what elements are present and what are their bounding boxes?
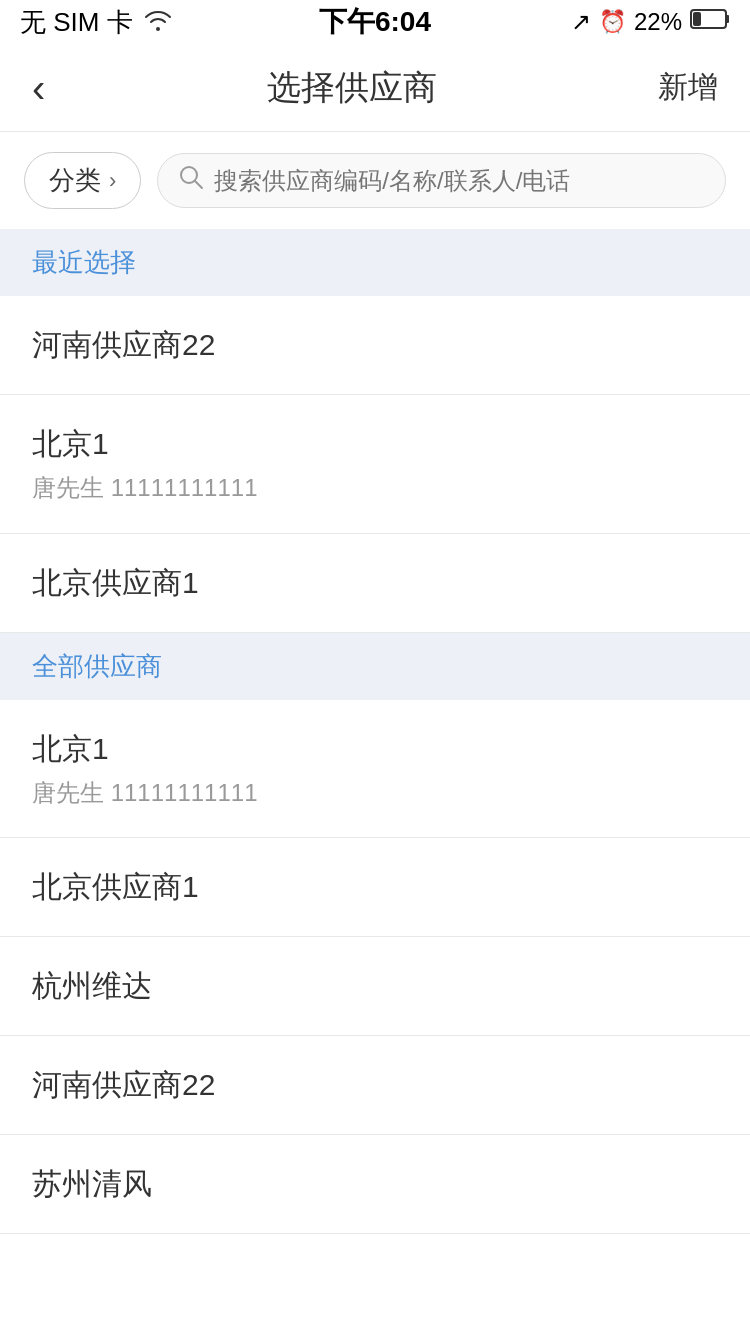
section-header-recent: 最近选择 — [0, 229, 750, 296]
item-name: 北京供应商1 — [32, 562, 718, 604]
list-item[interactable]: 北京1 唐先生 11111111111 — [0, 700, 750, 839]
search-input[interactable] — [214, 167, 705, 195]
item-name: 河南供应商22 — [32, 324, 718, 366]
filter-bar: 分类 › — [0, 132, 750, 229]
page-title: 选择供应商 — [267, 65, 437, 111]
item-name: 北京1 — [32, 423, 718, 465]
category-filter[interactable]: 分类 › — [24, 152, 141, 209]
supplier-list: 最近选择河南供应商22 北京1 唐先生 11111111111 北京供应商1 全部供应商… — [0, 229, 750, 1234]
list-item[interactable]: 河南供应商22 — [0, 1036, 750, 1135]
battery-icon — [690, 8, 730, 36]
svg-line-4 — [195, 181, 202, 188]
item-name: 苏州清风 — [32, 1163, 718, 1205]
item-name: 河南供应商22 — [32, 1064, 718, 1106]
carrier-text: 无 SIM 卡 — [20, 5, 133, 40]
item-name: 杭州维达 — [32, 965, 718, 1007]
item-name: 北京供应商1 — [32, 866, 718, 908]
chevron-right-icon: › — [109, 168, 116, 194]
svg-rect-2 — [693, 12, 701, 26]
nav-bar: ‹ 选择供应商 新增 — [0, 44, 750, 132]
item-sub: 唐先生 11111111111 — [32, 776, 718, 810]
list-item[interactable]: 河南供应商22 — [0, 296, 750, 395]
status-bar: 无 SIM 卡 下午6:04 ↗ ⏰ 22% — [0, 0, 750, 44]
back-button[interactable]: ‹ — [32, 68, 45, 108]
search-icon — [178, 164, 204, 197]
list-item[interactable]: 北京1 唐先生 11111111111 — [0, 395, 750, 534]
status-carrier: 无 SIM 卡 — [20, 5, 173, 40]
item-name: 北京1 — [32, 728, 718, 770]
alarm-icon: ⏰ — [599, 9, 626, 35]
list-item[interactable]: 北京供应商1 — [0, 534, 750, 633]
battery-text: 22% — [634, 8, 682, 36]
category-label: 分类 — [49, 163, 101, 198]
status-right: ↗ ⏰ 22% — [571, 8, 730, 36]
status-time: 下午6:04 — [319, 3, 431, 41]
list-item[interactable]: 杭州维达 — [0, 937, 750, 1036]
list-item[interactable]: 苏州清风 — [0, 1135, 750, 1234]
location-icon: ↗ — [571, 8, 591, 36]
item-sub: 唐先生 11111111111 — [32, 471, 718, 505]
search-box[interactable] — [157, 153, 726, 208]
section-header-all: 全部供应商 — [0, 633, 750, 700]
add-button[interactable]: 新增 — [658, 67, 718, 108]
list-item[interactable]: 北京供应商1 — [0, 838, 750, 937]
wifi-icon — [143, 7, 173, 38]
svg-rect-1 — [726, 15, 729, 23]
